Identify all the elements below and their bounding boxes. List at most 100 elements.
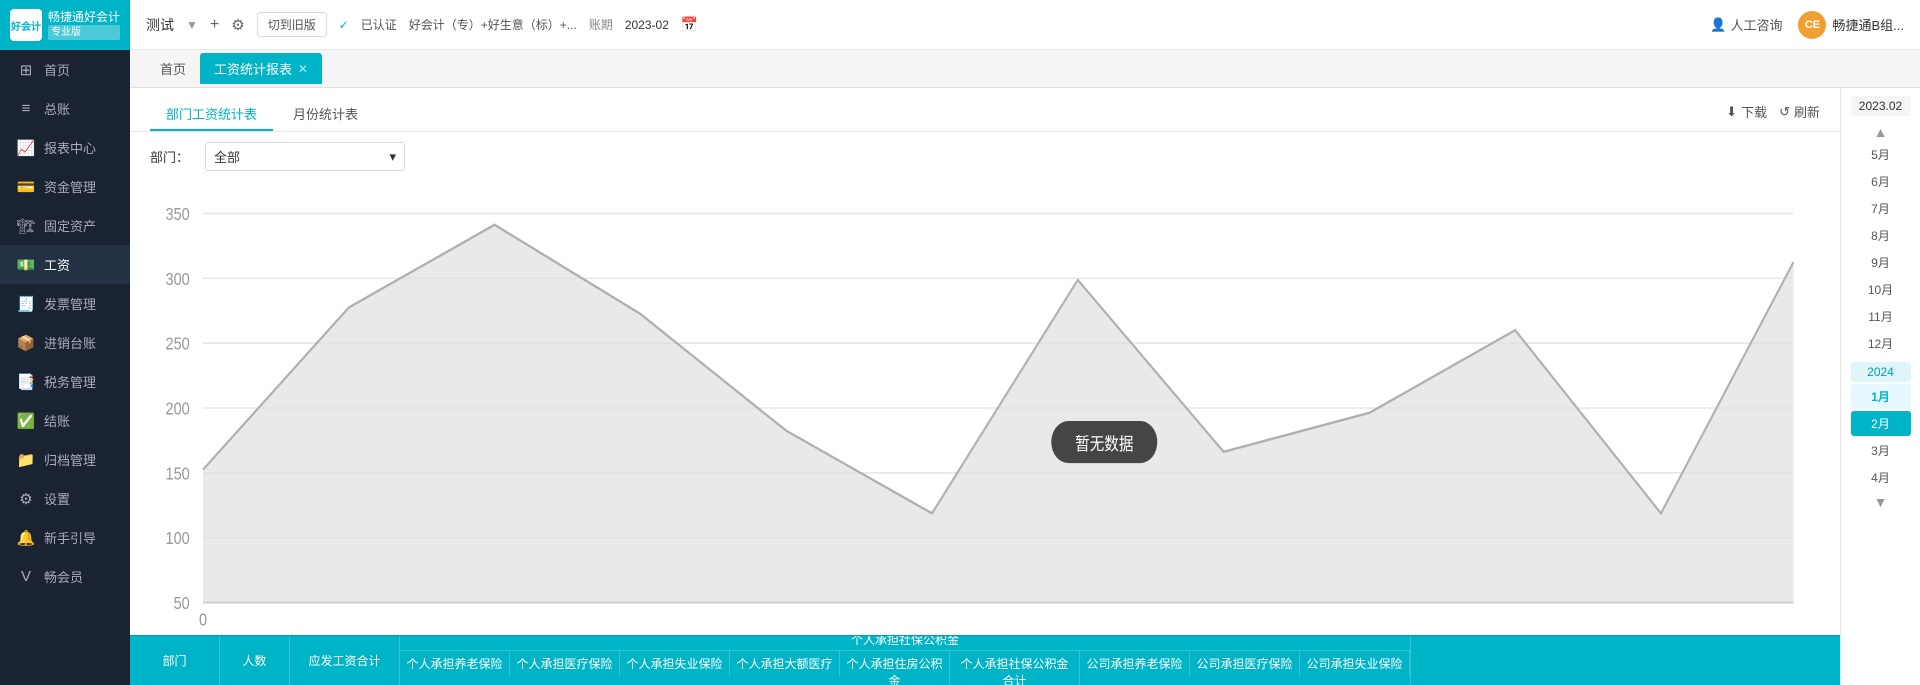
nav-down-button[interactable]: ▼ [1866,492,1896,512]
sidebar-item-archive[interactable]: 📁 归档管理 [0,440,130,479]
col-dept: 部门 [130,636,220,685]
assets-icon: 🏗 [16,217,36,235]
month-6[interactable]: 6月 [1851,169,1911,194]
sidebar-label-archive: 归档管理 [44,450,96,469]
salary-chart: 350 300 250 200 150 100 50 [150,181,1820,635]
col-personal-unemployment: 个人承担失业保险 [620,651,730,676]
sub-tab-dept[interactable]: 部门工资统计表 [150,98,273,131]
sidebar-item-funds[interactable]: 💳 资金管理 [0,167,130,206]
svg-text:200: 200 [165,399,189,419]
sidebar-label-invoice: 发票管理 [44,294,96,313]
dropdown-arrow-icon[interactable]: ▼ [186,18,198,32]
month-2024-1[interactable]: 1月 [1851,384,1911,409]
dept-select[interactable]: 全部 ▾ [205,142,405,171]
sidebar-item-member[interactable]: V 畅会员 [0,557,130,596]
sidebar-item-reports[interactable]: 📈 报表中心 [0,128,130,167]
sidebar-label-assets: 固定资产 [44,216,96,235]
current-period-label: 2023.02 [1851,96,1911,116]
download-button[interactable]: ⬇ 下载 [1726,102,1767,121]
topbar-right: 👤 人工咨询 CE 畅捷通B组... [1710,11,1904,39]
company-name: 测试 [146,15,174,35]
tab-salary-report[interactable]: 工资统计报表 ✕ [200,53,322,84]
sidebar-label-checkout: 结账 [44,411,70,430]
year-2024-label[interactable]: 2024 [1851,362,1911,382]
refresh-button[interactable]: ↺ 刷新 [1779,102,1820,121]
month-9[interactable]: 9月 [1851,250,1911,275]
period-value: 2023-02 [625,18,669,32]
salary-icon: 💵 [16,256,36,274]
month-11[interactable]: 11月 [1851,304,1911,329]
help-label: 人工咨询 [1730,15,1782,34]
sidebar-item-ledger[interactable]: ≡ 总账 [0,89,130,128]
sidebar-label-guide: 新手引导 [44,528,96,547]
main-area: 测试 ▼ + ⚙ 切到旧版 ✓ 已认证 好会计（专）+好生意（标）+... 账期… [130,0,1920,685]
sidebar-label-reports: 报表中心 [44,138,96,157]
calendar-icon[interactable]: 📅 [681,16,698,33]
month-2024-2[interactable]: 2月 [1851,411,1911,436]
switch-version-button[interactable]: 切到旧版 [257,12,327,37]
svg-text:250: 250 [165,334,189,354]
month-8[interactable]: 8月 [1851,223,1911,248]
sidebar-item-checkout[interactable]: ✅ 结账 [0,401,130,440]
sales-icon: 📦 [16,334,36,352]
month-2024-3[interactable]: 3月 [1851,438,1911,463]
logo-text: 畅捷通好会计 专业版 [48,10,120,41]
sidebar-label-funds: 资金管理 [44,177,96,196]
svg-text:300: 300 [165,269,189,289]
download-icon: ⬇ [1726,104,1737,120]
group-header-personal: 个人承担社保公积金 [400,635,1410,651]
period-label: 账期 [589,16,613,33]
tab-home-label: 首页 [160,59,186,78]
sidebar-item-salary[interactable]: 💵 工资 [0,245,130,284]
col-company-medical: 公司承担医疗保险 [1190,651,1300,676]
user-name: 畅捷通B组... [1832,15,1904,34]
invoice-icon: 🧾 [16,295,36,313]
svg-text:100: 100 [165,529,189,549]
avatar-initials: CE [1805,19,1820,31]
funds-icon: 💳 [16,178,36,196]
tab-close-icon[interactable]: ✕ [298,62,308,76]
svg-text:50: 50 [174,594,190,614]
sidebar-logo: 好会计 畅捷通好会计 专业版 [0,0,130,50]
month-2024-4[interactable]: 4月 [1851,465,1911,490]
tab-home[interactable]: 首页 [146,53,200,84]
sub-tab-monthly[interactable]: 月份统计表 [277,98,374,131]
tab-salary-label: 工资统计报表 [214,59,292,78]
logo-icon: 好会计 [10,9,42,41]
sidebar-item-invoice[interactable]: 🧾 发票管理 [0,284,130,323]
sidebar-item-sales[interactable]: 📦 进销台账 [0,323,130,362]
col-personal-medical: 个人承担医疗保险 [510,651,620,676]
sidebar-label-member: 畅会员 [44,567,83,586]
add-button[interactable]: + [210,16,219,34]
group-personal-cols: 个人承担养老保险 个人承担医疗保险 个人承担失业保险 个人承担大额医疗 个人承担 [400,651,1410,685]
sidebar: 好会计 畅捷通好会计 专业版 ⊞ 首页 ≡ 总账 📈 报表中心 💳 资金管理 🏗… [0,0,130,685]
sidebar-label-settings: 设置 [44,489,70,508]
sidebar-item-assets[interactable]: 🏗 固定资产 [0,206,130,245]
user-menu[interactable]: CE 畅捷通B组... [1798,11,1904,39]
month-7[interactable]: 7月 [1851,196,1911,221]
sidebar-label-salary: 工资 [44,255,70,274]
col-personal-total: 个人承担社保公积金合计 [950,651,1080,685]
month-10[interactable]: 10月 [1851,277,1911,302]
sidebar-item-tax[interactable]: 📑 税务管理 [0,362,130,401]
certification-status: ✓ [339,18,349,32]
app-edition: 专业版 [48,25,120,40]
month-5[interactable]: 5月 [1851,142,1911,167]
member-icon: V [16,568,36,585]
product-info: 好会计（专）+好生意（标）+... [409,16,577,33]
settings-button[interactable]: ⚙ [231,16,244,34]
month-12[interactable]: 12月 [1851,331,1911,356]
help-button[interactable]: 👤 人工咨询 [1710,15,1782,34]
sidebar-item-guide[interactable]: 🔔 新手引导 [0,518,130,557]
sidebar-label-sales: 进销台账 [44,333,96,352]
sidebar-item-settings[interactable]: ⚙ 设置 [0,479,130,518]
nav-up-button[interactable]: ▲ [1866,122,1896,142]
svg-text:暂无数据: 暂无数据 [1075,435,1133,455]
content-area: 部门工资统计表 月份统计表 ⬇ 下载 ↺ 刷新 [130,88,1920,685]
app-name: 畅捷通好会计 [48,10,120,26]
col-personal-large-medical: 个人承担大额医疗 [730,651,840,676]
svg-text:350: 350 [165,205,189,225]
sidebar-item-home[interactable]: ⊞ 首页 [0,50,130,89]
table-footer: 部门 人数 应发工资合计 个人承担社保公积金 个人承担养老保险 [130,635,1840,685]
toolbar-right-buttons: ⬇ 下载 ↺ 刷新 [1726,102,1820,127]
